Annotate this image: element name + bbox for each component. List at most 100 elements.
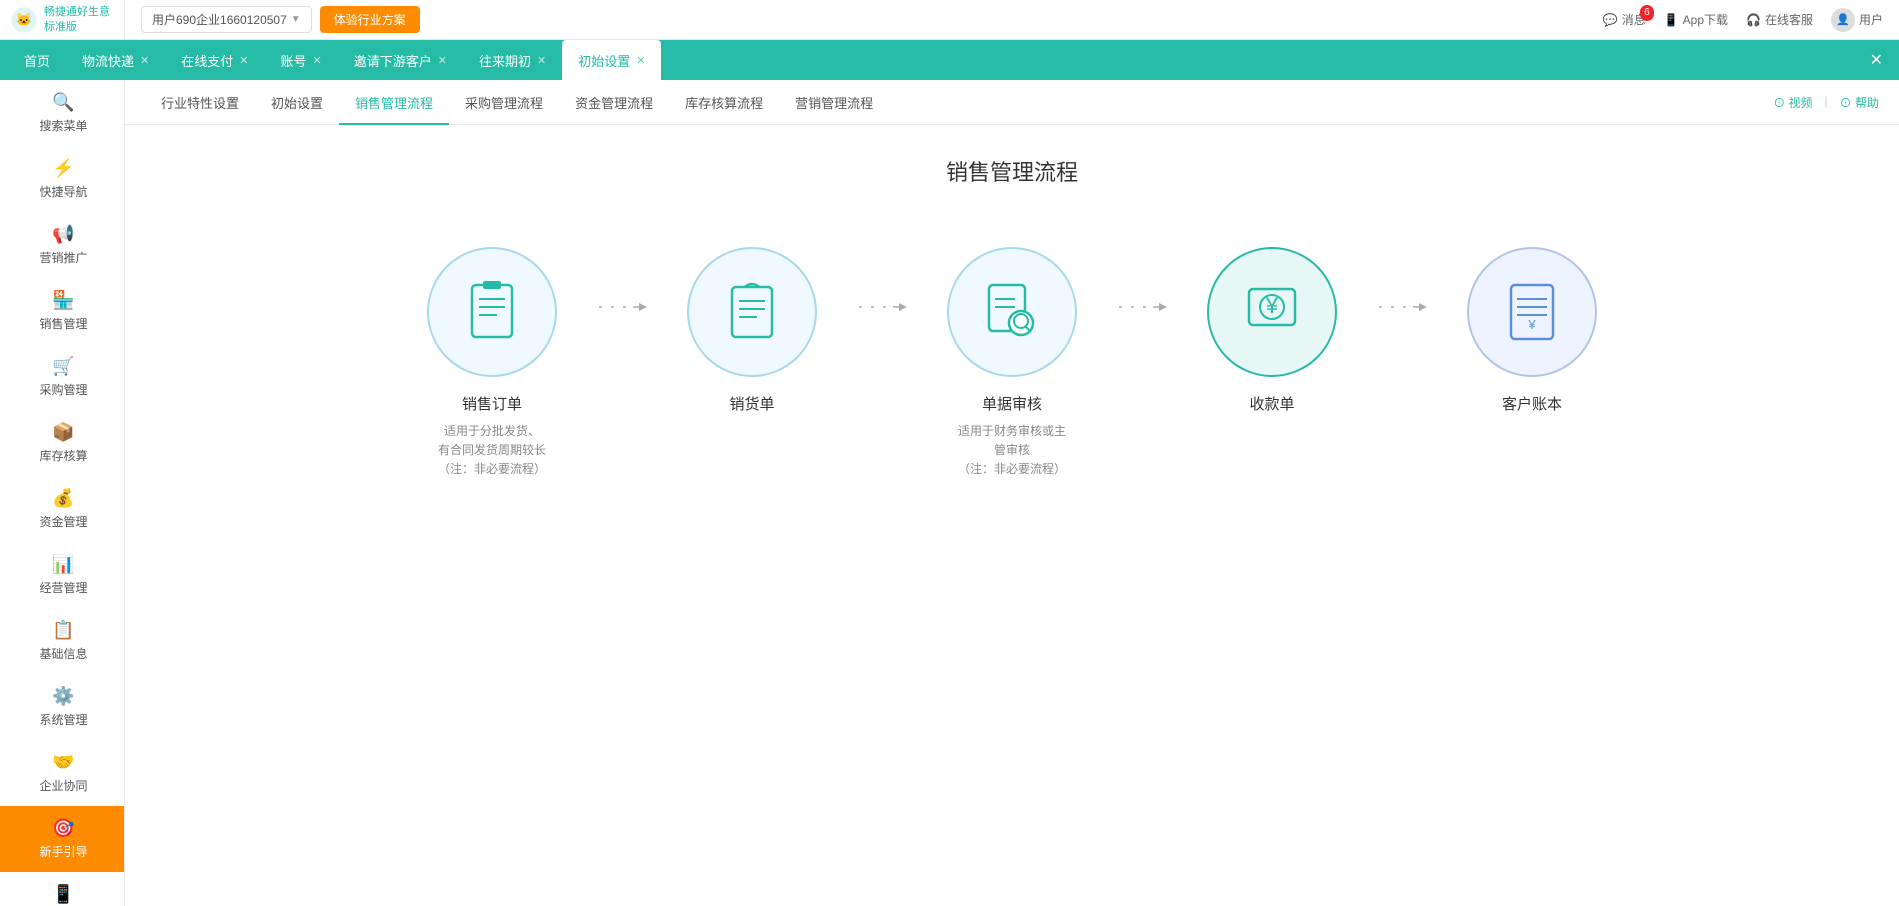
- receipt-label: 收款单: [1249, 393, 1294, 414]
- flow-step-sales-order: 销售订单 适用于分批发货、有合同发货周期较长（注：非必要流程）: [392, 247, 592, 480]
- sidebar-item-operations[interactable]: 📊 经营管理: [0, 542, 124, 608]
- sidebar-item-label: 营销推广: [39, 249, 87, 266]
- app-download-label: App下载: [1683, 11, 1728, 28]
- finance-icon: 💰: [52, 488, 74, 509]
- sidebar-item-label: 库存核算: [39, 447, 87, 464]
- nav-tabs: 首页 物流快递 ✕ 在线支付 ✕ 账号 ✕ 邀请下游客户 ✕ 往来期初 ✕ 初始…: [0, 40, 1899, 80]
- customer-account-label: 客户账本: [1502, 393, 1562, 414]
- sub-tabs: 行业特性设置 初始设置 销售管理流程 采购管理流程 资金管理流程 库存核算流程 …: [125, 80, 1899, 125]
- avatar: 👤: [1831, 8, 1855, 32]
- sidebar: 🔍 搜索菜单 ⚡ 快捷导航 📢 营销推广 🏪 销售管理 🛒 采购管理 📦 库存核…: [0, 80, 125, 906]
- sidebar-item-basics[interactable]: 📋 基础信息: [0, 608, 124, 674]
- sidebar-item-search[interactable]: 🔍 搜索菜单: [0, 80, 124, 146]
- close-icon[interactable]: ✕: [140, 54, 149, 67]
- sub-tab-initial[interactable]: 初始设置: [255, 80, 339, 125]
- sidebar-item-label: 销售管理: [39, 315, 87, 332]
- app-download-icon: 📱: [1664, 13, 1679, 27]
- message-badge: 6: [1640, 5, 1654, 21]
- sidebar-item-finance[interactable]: 💰 资金管理: [0, 476, 124, 542]
- user-label: 用户: [1859, 11, 1883, 28]
- tab-period-initial[interactable]: 往来期初 ✕: [463, 40, 562, 80]
- sidebar-item-purchase[interactable]: 🛒 采购管理: [0, 344, 124, 410]
- sales-icon: 🏪: [52, 290, 74, 311]
- sidebar-item-label: 新手引导: [39, 843, 87, 860]
- arrow-3: [1112, 297, 1172, 317]
- marketing-icon: 📢: [52, 224, 74, 245]
- inventory-icon: 📦: [52, 422, 74, 443]
- sidebar-item-marketing[interactable]: 📢 营销推广: [0, 212, 124, 278]
- tab-home[interactable]: 首页: [8, 40, 66, 80]
- tab-account[interactable]: 账号 ✕: [264, 40, 337, 80]
- basics-icon: 📋: [52, 620, 74, 641]
- svg-text:🐱: 🐱: [16, 12, 32, 27]
- app-center-icon: 📱: [52, 884, 74, 905]
- sub-tab-sales-flow[interactable]: 销售管理流程: [339, 80, 449, 125]
- flow-step-sales-invoice: 销货单: [652, 247, 852, 422]
- close-icon[interactable]: ✕: [313, 54, 322, 67]
- tab-logistics[interactable]: 物流快递 ✕: [66, 40, 165, 80]
- arrow-4: [1372, 297, 1432, 317]
- close-icon[interactable]: ✕: [537, 54, 546, 67]
- receipt-circle: ¥: [1207, 247, 1337, 377]
- enterprise-selector[interactable]: 用户690企业1660120507 ▼: [141, 6, 312, 33]
- sidebar-item-label: 资金管理: [39, 513, 87, 530]
- sidebar-item-system[interactable]: ⚙️ 系统管理: [0, 674, 124, 740]
- sidebar-item-app-center[interactable]: 📱 应用中心: [0, 872, 124, 906]
- logo-text: 畅捷通好生意 标准版: [44, 5, 110, 34]
- help-button[interactable]: ⊙ 帮助: [1840, 94, 1879, 111]
- operations-icon: 📊: [52, 554, 74, 575]
- sales-order-label: 销售订单: [462, 393, 522, 414]
- tab-initial-setup[interactable]: 初始设置 ✕: [562, 40, 661, 80]
- page-title: 销售管理流程: [125, 125, 1899, 227]
- logo: 🐱 畅捷通好生意 标准版: [0, 0, 125, 40]
- sidebar-item-sales[interactable]: 🏪 销售管理: [0, 278, 124, 344]
- doc-audit-desc: 适用于财务审核或主管审核（注：非必要流程）: [958, 422, 1066, 480]
- arrow-1: [592, 297, 652, 317]
- sub-tab-finance-flow[interactable]: 资金管理流程: [559, 80, 669, 125]
- svg-text:¥: ¥: [1527, 317, 1536, 332]
- customer-account-circle: ¥: [1467, 247, 1597, 377]
- sub-tab-inventory-flow[interactable]: 库存核算流程: [669, 80, 779, 125]
- close-icon[interactable]: ✕: [636, 54, 645, 67]
- top-bar: 用户690企业1660120507 ▼ 体验行业方案 💬 消息 6 📱 App下…: [125, 0, 1899, 40]
- app-download-button[interactable]: 📱 App下载: [1664, 11, 1728, 28]
- tab-payment[interactable]: 在线支付 ✕: [165, 40, 264, 80]
- sales-invoice-circle: [687, 247, 817, 377]
- sidebar-item-newbie-guide[interactable]: 🎯 新手引导: [0, 806, 124, 872]
- system-icon: ⚙️: [52, 686, 74, 707]
- flow-step-customer-account: ¥ 客户账本: [1432, 247, 1632, 422]
- quick-nav-icon: ⚡: [52, 158, 74, 179]
- headset-icon: 🎧: [1746, 13, 1761, 27]
- sidebar-item-enterprise-collab[interactable]: 🤝 企业协同: [0, 740, 124, 806]
- trial-button[interactable]: 体验行业方案: [320, 6, 420, 33]
- sidebar-item-label: 基础信息: [39, 645, 87, 662]
- content-area: 行业特性设置 初始设置 销售管理流程 采购管理流程 资金管理流程 库存核算流程 …: [125, 80, 1899, 906]
- chevron-down-icon: ▼: [291, 14, 301, 25]
- message-icon: 💬: [1603, 13, 1618, 27]
- sidebar-item-label: 快捷导航: [39, 183, 87, 200]
- close-icon[interactable]: ✕: [239, 54, 248, 67]
- sub-tab-industry[interactable]: 行业特性设置: [145, 80, 255, 125]
- user-menu[interactable]: 👤 用户: [1831, 8, 1883, 32]
- sidebar-item-inventory[interactable]: 📦 库存核算: [0, 410, 124, 476]
- guide-icon: 🎯: [52, 818, 74, 839]
- message-button[interactable]: 💬 消息 6: [1603, 11, 1646, 28]
- flow-step-doc-audit: 单据审核 适用于财务审核或主管审核（注：非必要流程）: [912, 247, 1112, 480]
- enterprise-label: 用户690企业1660120507: [152, 11, 287, 28]
- doc-audit-label: 单据审核: [982, 393, 1042, 414]
- sub-tab-purchase-flow[interactable]: 采购管理流程: [449, 80, 559, 125]
- search-icon: 🔍: [52, 92, 74, 113]
- video-help-button[interactable]: ⊙ 视频: [1773, 94, 1812, 111]
- sidebar-item-label: 系统管理: [39, 711, 87, 728]
- sales-order-circle: [427, 247, 557, 377]
- tab-invite-customer[interactable]: 邀请下游客户 ✕: [338, 40, 463, 80]
- sub-tab-marketing-flow[interactable]: 营销管理流程: [779, 80, 889, 125]
- sidebar-item-quick-nav[interactable]: ⚡ 快捷导航: [0, 146, 124, 212]
- arrow-2: [852, 297, 912, 317]
- sidebar-item-label: 企业协同: [39, 777, 87, 794]
- collab-icon: 🤝: [52, 752, 74, 773]
- online-service-button[interactable]: 🎧 在线客服: [1746, 11, 1813, 28]
- doc-audit-circle: [947, 247, 1077, 377]
- close-all-tabs-button[interactable]: ✕: [1862, 50, 1891, 70]
- close-icon[interactable]: ✕: [438, 54, 447, 67]
